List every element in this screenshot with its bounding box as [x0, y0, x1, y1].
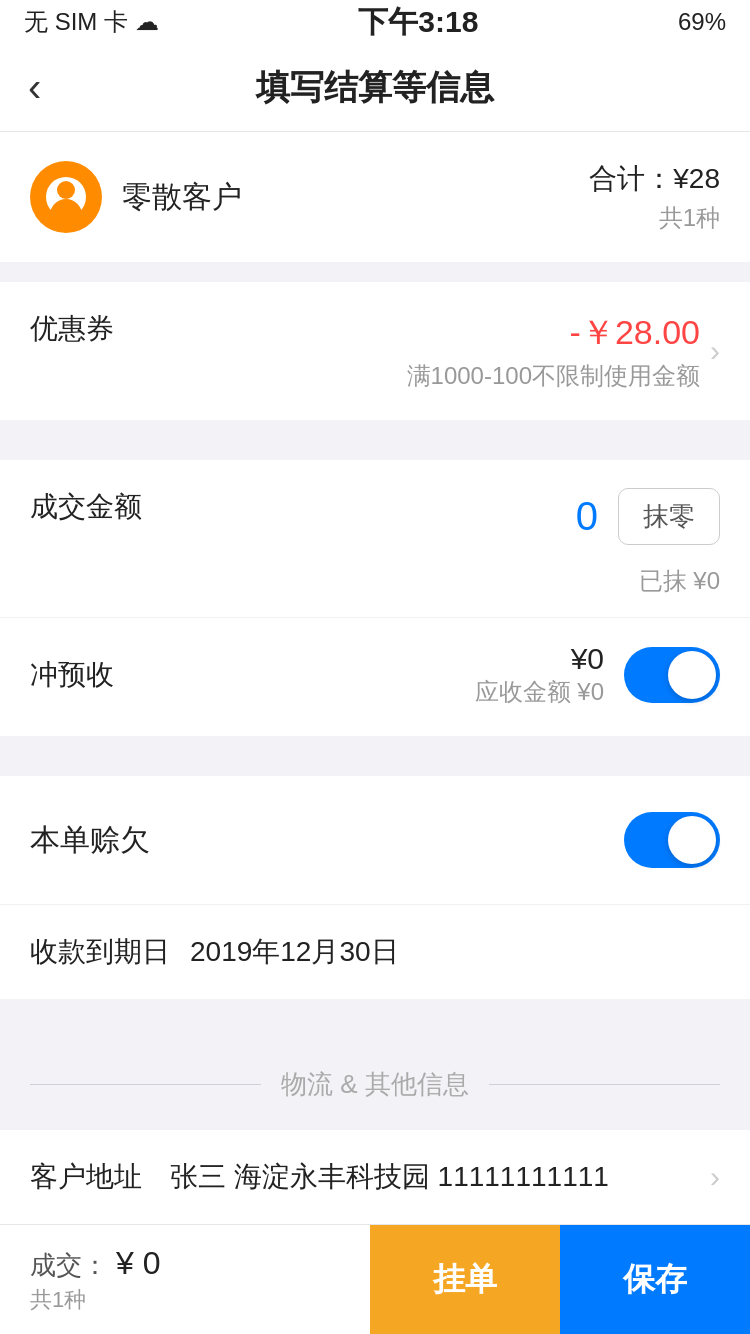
precollect-value-block: ¥0 应收金额 ¥0	[475, 642, 604, 708]
coupon-chevron-icon: ›	[710, 334, 720, 368]
debt-label: 本单赊欠	[30, 820, 150, 861]
bottom-info: 成交： ¥ 0 共1种	[0, 1245, 370, 1315]
customer-info: 零散客户	[30, 161, 242, 233]
coupon-desc: 满1000-100不限制使用金额	[407, 360, 700, 392]
address-label: 客户地址	[30, 1158, 150, 1196]
coupon-value: -￥28.00	[407, 310, 700, 356]
duedate-value: 2019年12月30日	[190, 933, 399, 971]
address-value: 张三 海淀永丰科技园 11111111111	[170, 1158, 700, 1196]
customer-total: 合计：¥28 共1种	[589, 160, 720, 234]
toggle-knob	[668, 651, 716, 699]
logistics-line-right	[489, 1084, 720, 1085]
back-button[interactable]: ‹	[28, 65, 41, 110]
logistics-line-left	[30, 1084, 261, 1085]
precollect-toggle[interactable]	[624, 647, 720, 703]
round-button[interactable]: 抹零	[618, 488, 720, 545]
total-count: 共1种	[589, 202, 720, 234]
coupon-label: 优惠券	[30, 310, 114, 348]
precollect-right: ¥0 应收金额 ¥0	[475, 642, 720, 708]
customer-card: 零散客户 合计：¥28 共1种	[0, 132, 750, 262]
bottom-deal-label: 成交：	[30, 1248, 108, 1283]
save-button[interactable]: 保存	[560, 1225, 750, 1335]
amount-right: 0 抹零	[576, 488, 720, 545]
amount-value: 0	[576, 494, 598, 539]
precollect-label: 冲预收	[30, 656, 114, 694]
coupon-row[interactable]: 优惠券 -￥28.00 满1000-100不限制使用金额 ›	[0, 282, 750, 420]
logistics-text: 物流 & 其他信息	[261, 1067, 489, 1102]
debt-row: 本单赊欠	[0, 776, 750, 904]
amount-label: 成交金额	[30, 488, 142, 526]
logistics-divider: 物流 & 其他信息	[0, 1039, 750, 1130]
bottom-deal-amount: ¥ 0	[116, 1245, 160, 1282]
bottom-bar: 成交： ¥ 0 共1种 挂单 保存	[0, 1224, 750, 1334]
section-divider-2	[0, 756, 750, 776]
debt-card: 本单赊欠 收款到期日 2019年12月30日	[0, 776, 750, 999]
bottom-count: 共1种	[30, 1285, 340, 1315]
status-time: 下午3:18	[358, 2, 478, 43]
debt-toggle-knob	[668, 816, 716, 864]
total-amount: 合计：¥28	[589, 160, 720, 198]
coupon-card: 优惠券 -￥28.00 满1000-100不限制使用金额 ›	[0, 282, 750, 420]
status-left: 无 SIM 卡 ☁	[24, 6, 159, 38]
nav-title: 填写结算等信息	[256, 65, 494, 111]
address-card: 客户地址 张三 海淀永丰科技园 11111111111 ›	[0, 1130, 750, 1224]
hang-single-button[interactable]: 挂单	[370, 1225, 560, 1335]
debt-toggle[interactable]	[624, 812, 720, 868]
precollect-value: ¥0	[475, 642, 604, 676]
section-divider-3	[0, 1019, 750, 1039]
customer-name: 零散客户	[122, 177, 242, 218]
nav-bar: ‹ 填写结算等信息	[0, 44, 750, 132]
address-row[interactable]: 客户地址 张三 海淀永丰科技园 11111111111 ›	[0, 1130, 750, 1224]
address-chevron-icon: ›	[710, 1160, 720, 1194]
avatar	[30, 161, 102, 233]
status-bar: 无 SIM 卡 ☁ 下午3:18 69%	[0, 0, 750, 44]
amount-row: 成交金额 0 抹零	[0, 460, 750, 565]
battery-label: 69%	[678, 8, 726, 36]
content: 零散客户 合计：¥28 共1种 优惠券 -￥28.00 满1000-100不限制…	[0, 132, 750, 1334]
avatar-icon	[46, 177, 86, 217]
customer-row: 零散客户 合计：¥28 共1种	[0, 132, 750, 262]
transaction-card: 成交金额 0 抹零 已抹 ¥0 冲预收 ¥0 应收金额 ¥0	[0, 460, 750, 736]
section-divider-1	[0, 440, 750, 460]
duedate-row: 收款到期日 2019年12月30日	[0, 904, 750, 999]
sim-label: 无 SIM 卡 ☁	[24, 6, 159, 38]
precollect-row: 冲预收 ¥0 应收金额 ¥0	[0, 617, 750, 736]
duedate-label: 收款到期日	[30, 933, 170, 971]
status-right: 69%	[678, 8, 726, 36]
amount-sub: 已抹 ¥0	[0, 565, 750, 617]
precollect-sub: 应收金额 ¥0	[475, 676, 604, 708]
